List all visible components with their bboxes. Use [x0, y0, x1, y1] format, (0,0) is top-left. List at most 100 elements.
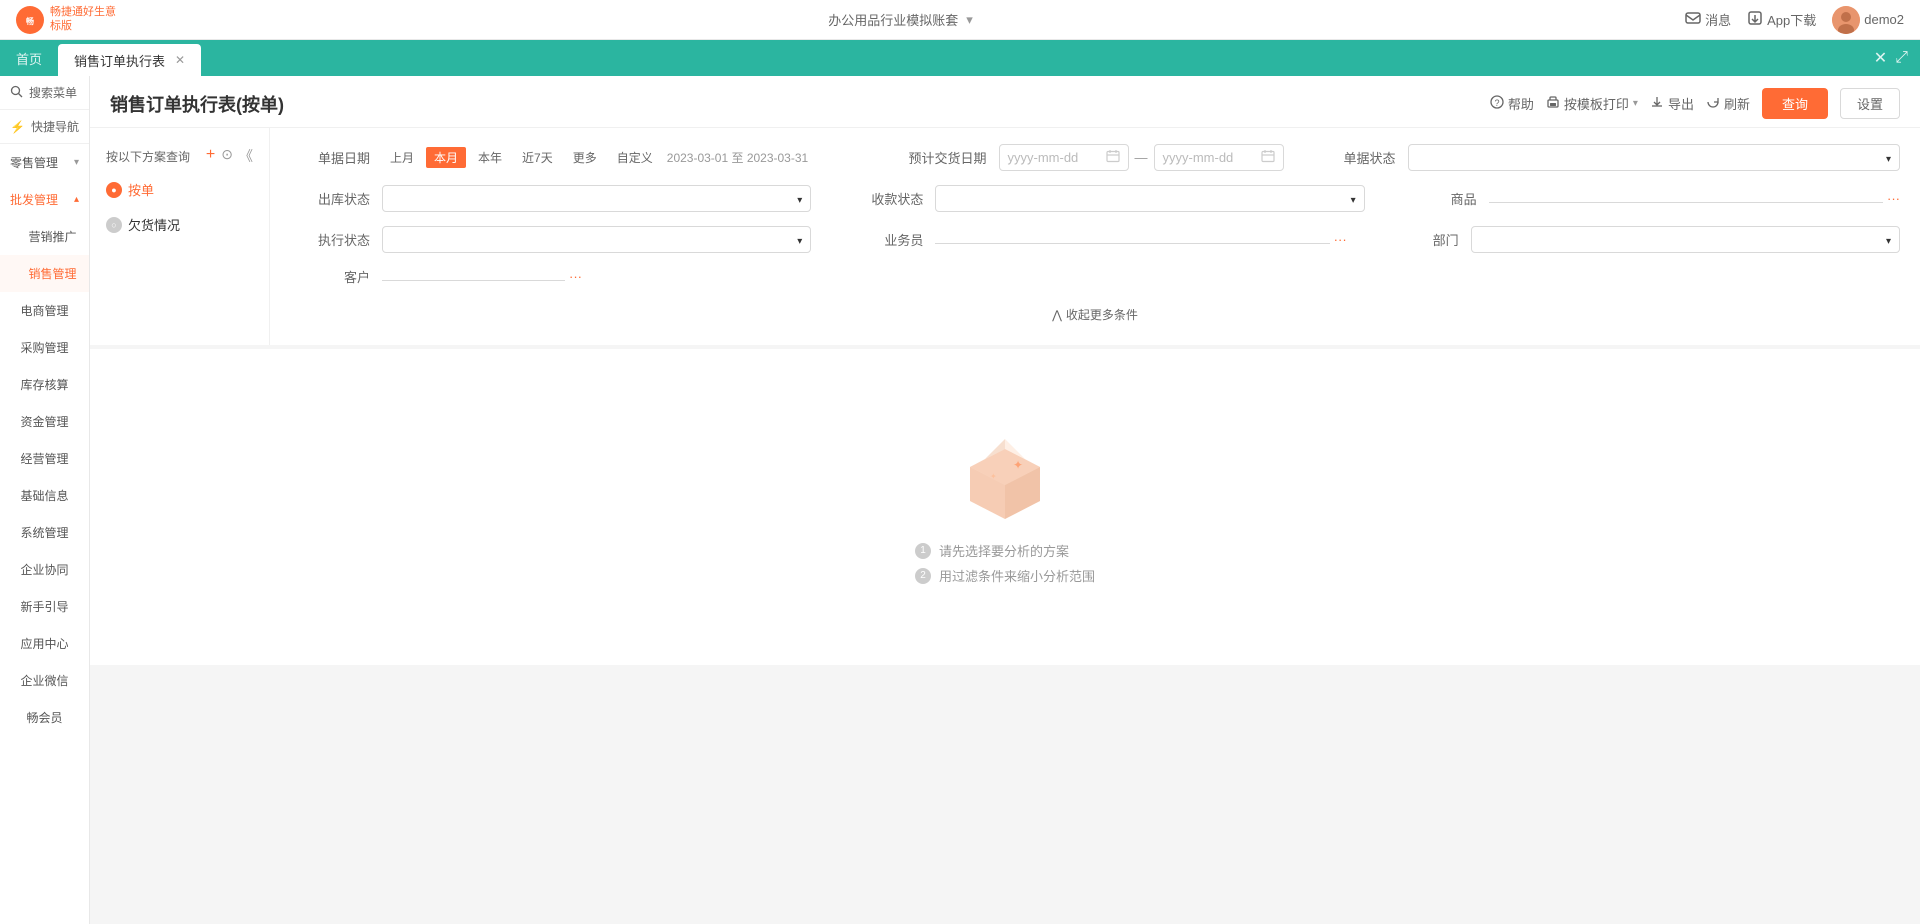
tab-close-icon[interactable]: ✕: [175, 53, 185, 67]
delivery-date-end-input[interactable]: yyyy-mm-dd: [1154, 144, 1284, 171]
sidebar-item-sales[interactable]: 销售管理: [0, 255, 89, 292]
date-tab-custom[interactable]: 自定义: [609, 147, 661, 168]
username-label: demo2: [1864, 12, 1904, 27]
refresh-btn[interactable]: 刷新: [1706, 94, 1750, 113]
header-center[interactable]: 办公用品行业模拟账套 ▾: [828, 10, 973, 29]
date-tab-7days[interactable]: 近7天: [514, 147, 561, 168]
help-icon: ?: [1490, 95, 1504, 112]
tab-sales-exec[interactable]: 销售订单执行表 ✕: [58, 44, 201, 76]
app-download-label: App下载: [1767, 10, 1816, 29]
sidebar-item-basic[interactable]: 基础信息: [0, 477, 89, 514]
date-tab-this-year[interactable]: 本年: [470, 147, 510, 168]
customer-input[interactable]: [382, 272, 565, 281]
calendar-end-icon[interactable]: [1261, 149, 1275, 166]
svg-text:?: ?: [1494, 98, 1499, 108]
scheme-item-by-order[interactable]: ● 按单: [90, 172, 269, 207]
tab-bar: 首页 销售订单执行表 ✕ ✕ ⤢: [0, 40, 1920, 76]
export-btn[interactable]: 导出: [1650, 94, 1694, 113]
export-icon: [1650, 95, 1664, 112]
query-btn[interactable]: 查询: [1762, 88, 1828, 119]
sidebar: 搜索菜单 ⚡ 快捷导航 零售管理 ▾ 批发管理 ▴ 营销推广 销售管理 电商管理…: [0, 76, 90, 924]
goods-more-btn[interactable]: ···: [1887, 191, 1900, 206]
tab-home[interactable]: 首页: [0, 40, 58, 76]
date-tab-more[interactable]: 更多: [565, 147, 605, 168]
date-tab-this-month[interactable]: 本月: [426, 147, 466, 168]
sidebar-item-wechat[interactable]: 企业微信: [0, 662, 89, 699]
goods-input[interactable]: [1489, 194, 1883, 203]
template-print-btn[interactable]: 按模板打印 ▾: [1546, 94, 1638, 113]
chevron-retail-icon: ▾: [74, 157, 79, 168]
sidebar-basic-label: 基础信息: [20, 487, 68, 504]
help-label: 帮助: [1508, 94, 1534, 113]
empty-tip-1: 1 请先选择要分析的方案: [915, 541, 1095, 560]
sidebar-system-label: 系统管理: [20, 524, 68, 541]
template-print-label: 按模板打印: [1564, 94, 1629, 113]
collapse-btn[interactable]: ⋀ 收起更多条件: [290, 300, 1900, 329]
sidebar-item-operations[interactable]: 经营管理: [0, 440, 89, 477]
sidebar-item-marketing[interactable]: 营销推广: [0, 218, 89, 255]
sidebar-item-member[interactable]: 畅会员: [0, 699, 89, 736]
bill-status-arrow: [1886, 150, 1891, 165]
page-actions: ? 帮助 按模板打印 ▾: [1490, 88, 1900, 119]
search-icon: [10, 85, 23, 101]
sidebar-item-finance[interactable]: 资金管理: [0, 403, 89, 440]
sidebar-item-wholesale[interactable]: 批发管理 ▴: [0, 181, 89, 218]
sidebar-search-label: 搜索菜单: [29, 84, 77, 101]
sidebar-item-newbie[interactable]: 新手引导: [0, 588, 89, 625]
message-btn[interactable]: 消息: [1685, 10, 1731, 29]
scheme-edit-btn[interactable]: ⊙: [221, 146, 233, 166]
sidebar-quick-nav[interactable]: ⚡ 快捷导航: [0, 110, 89, 144]
receive-status-select[interactable]: [935, 185, 1364, 212]
salesman-input[interactable]: [935, 235, 1329, 244]
template-print-arrow[interactable]: ▾: [1633, 98, 1638, 109]
sidebar-item-appstore[interactable]: 应用中心: [0, 625, 89, 662]
bill-date-control: 上月 本月 本年 近7天 更多 自定义 2023-03-01 至 2023-03…: [382, 147, 875, 168]
export-label: 导出: [1668, 94, 1694, 113]
sidebar-retail-label: 零售管理: [10, 154, 58, 171]
delivery-date-end-placeholder: yyyy-mm-dd: [1163, 150, 1234, 165]
sidebar-item-inventory[interactable]: 库存核算: [0, 366, 89, 403]
scheme-collapse-btn[interactable]: 《: [239, 146, 253, 166]
tab-maximize-btn[interactable]: ⤢: [1895, 49, 1908, 67]
refresh-icon: [1706, 95, 1720, 112]
sidebar-wechat-label: 企业微信: [20, 672, 68, 689]
app-download-btn[interactable]: App下载: [1747, 10, 1816, 29]
user-area[interactable]: demo2: [1832, 6, 1904, 34]
filter-scheme-title: 按以下方案查询 + ⊙ 《: [90, 140, 269, 172]
scheme-by-order-icon: ●: [106, 182, 122, 198]
sidebar-marketing-label: 营销推广: [28, 228, 76, 245]
collapse-label: 收起更多条件: [1066, 306, 1138, 323]
sidebar-item-system[interactable]: 系统管理: [0, 514, 89, 551]
department-select[interactable]: [1471, 226, 1900, 253]
filter-row-1: 单据日期 上月 本月 本年 近7天 更多 自定义 2023-03-01 至 20…: [290, 144, 1900, 171]
sidebar-enterprise-label: 企业协同: [20, 561, 68, 578]
tab-home-label: 首页: [16, 49, 42, 68]
industry-arrow-icon[interactable]: ▾: [966, 12, 973, 28]
svg-text:畅: 畅: [26, 16, 34, 26]
out-status-select[interactable]: [382, 185, 811, 212]
sidebar-item-retail[interactable]: 零售管理 ▾: [0, 144, 89, 181]
sidebar-search[interactable]: 搜索菜单: [0, 76, 89, 110]
bill-status-select[interactable]: [1408, 144, 1901, 171]
scheme-add-btn[interactable]: +: [206, 146, 215, 166]
sidebar-newbie-label: 新手引导: [20, 598, 68, 615]
out-status-label: 出库状态: [290, 189, 370, 208]
sidebar-item-enterprise[interactable]: 企业协同: [0, 551, 89, 588]
sidebar-purchase-label: 采购管理: [20, 339, 68, 356]
calendar-start-icon[interactable]: [1106, 149, 1120, 166]
top-header: 畅 畅捷通好生意 标版 办公用品行业模拟账套 ▾ 消息: [0, 0, 1920, 40]
exec-status-select[interactable]: [382, 226, 811, 253]
scheme-item-overdue[interactable]: ○ 欠货情况: [90, 207, 269, 242]
customer-more-btn[interactable]: ···: [569, 269, 582, 284]
page-title-bar: 销售订单执行表(按单) ? 帮助: [90, 76, 1920, 128]
sidebar-item-ecommerce[interactable]: 电商管理: [0, 292, 89, 329]
tab-close-window-btn[interactable]: ✕: [1874, 48, 1887, 68]
date-tabs: 上月 本月 本年 近7天 更多 自定义: [382, 147, 661, 168]
date-tab-last-month[interactable]: 上月: [382, 147, 422, 168]
salesman-more-btn[interactable]: ···: [1334, 232, 1347, 247]
settings-btn[interactable]: 设置: [1840, 88, 1900, 119]
estimated-delivery-label: 预计交货日期: [907, 148, 987, 167]
sidebar-item-purchase[interactable]: 采购管理: [0, 329, 89, 366]
delivery-date-start-input[interactable]: yyyy-mm-dd: [999, 144, 1129, 171]
help-btn[interactable]: ? 帮助: [1490, 94, 1534, 113]
